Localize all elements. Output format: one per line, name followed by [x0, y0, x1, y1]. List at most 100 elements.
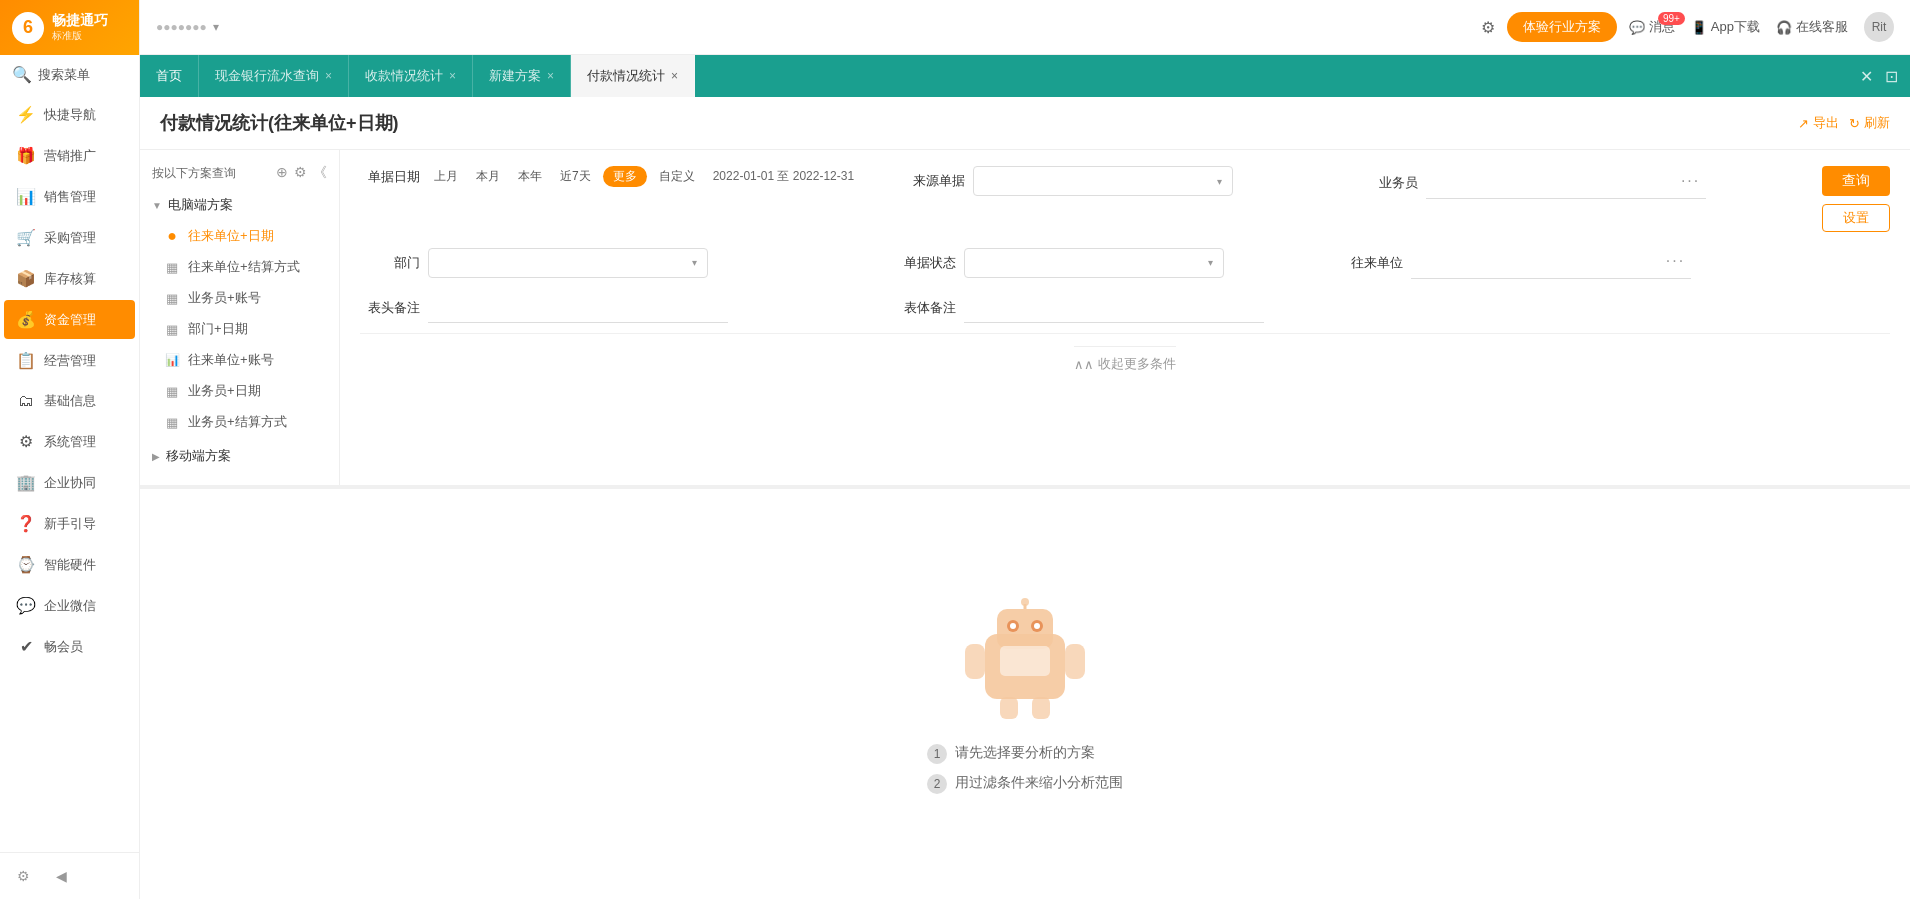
- tab-payment[interactable]: 付款情况统计 ×: [571, 55, 695, 97]
- search-menu[interactable]: 🔍 搜索菜单: [0, 55, 139, 94]
- wechat-icon: 💬: [16, 596, 36, 615]
- sidebar-item-guide[interactable]: ❓ 新手引导: [4, 504, 135, 543]
- filter-settings-button[interactable]: 设置: [1822, 204, 1890, 232]
- scheme-icon-1: ▦: [164, 260, 180, 275]
- scheme-item-agent-date[interactable]: ▦ 业务员+日期: [152, 376, 335, 406]
- app-download-btn[interactable]: 📱 App下载: [1691, 18, 1760, 36]
- tab-cash-close[interactable]: ×: [325, 69, 332, 83]
- voucher-status-select[interactable]: ▾: [964, 248, 1224, 278]
- logo-text-block: 畅捷通巧 标准版: [52, 12, 108, 43]
- user-avatar[interactable]: Rit: [1864, 12, 1894, 42]
- counterparty-more-btn[interactable]: ···: [1660, 252, 1691, 270]
- date-last-month[interactable]: 上月: [428, 166, 464, 187]
- sidebar-item-vip[interactable]: ✔ 畅会员: [4, 627, 135, 666]
- sidebar-item-hardware[interactable]: ⌚ 智能硬件: [4, 545, 135, 584]
- scheme-group-pc-header[interactable]: ▼ 电脑端方案: [140, 190, 339, 220]
- refresh-button[interactable]: ↻ 刷新: [1849, 114, 1890, 132]
- guide-icon: ❓: [16, 514, 36, 533]
- scheme-panel-header: 按以下方案查询 ⊕ ⚙ 《: [140, 160, 339, 190]
- page-header-actions: ↗ 导出 ↻ 刷新: [1798, 114, 1890, 132]
- date-this-year[interactable]: 本年: [512, 166, 548, 187]
- addr-dropdown-icon[interactable]: ▾: [213, 20, 219, 34]
- sidebar-item-sales[interactable]: 📊 销售管理: [4, 177, 135, 216]
- agent-more-btn[interactable]: ···: [1675, 172, 1706, 190]
- sidebar-item-finance[interactable]: 💰 资金管理: [4, 300, 135, 339]
- tab-income-close[interactable]: ×: [449, 69, 456, 83]
- sidebar-settings-btn[interactable]: ⚙: [8, 861, 38, 891]
- topbar-right: 💬 消息 99+ 📱 App下载 🎧 在线客服 Rit: [1629, 12, 1894, 42]
- tab-payment-close[interactable]: ×: [671, 69, 678, 83]
- purchase-icon: 🛒: [16, 228, 36, 247]
- trial-button[interactable]: 体验行业方案: [1507, 12, 1617, 42]
- scheme-items-pc: ● 往来单位+日期 ▦ 往来单位+结算方式 ▦ 业务员+账号 ▦: [140, 221, 339, 437]
- app-icon: 📱: [1691, 20, 1707, 35]
- dept-select[interactable]: ▾: [428, 248, 708, 278]
- export-icon: ↗: [1798, 116, 1809, 131]
- scheme-icon-3: ▦: [164, 322, 180, 337]
- sidebar-collapse-btn[interactable]: ◀: [46, 861, 76, 891]
- tab-maximize-btn[interactable]: ⊡: [1885, 67, 1898, 86]
- date-more[interactable]: 更多: [603, 166, 647, 187]
- tab-new[interactable]: 新建方案 ×: [473, 55, 571, 97]
- tabbar-actions: ✕ ⊡: [1848, 55, 1910, 97]
- operation-icon: 📋: [16, 351, 36, 370]
- message-btn[interactable]: 💬 消息 99+: [1629, 18, 1675, 36]
- tab-cash[interactable]: 现金银行流水查询 ×: [199, 55, 349, 97]
- message-badge: 99+: [1658, 12, 1685, 25]
- date-this-month[interactable]: 本月: [470, 166, 506, 187]
- scheme-group-mobile-header[interactable]: ▶ 移动端方案: [140, 441, 339, 471]
- scheme-item-dept-date[interactable]: ▦ 部门+日期: [152, 314, 335, 344]
- hardware-icon: ⌚: [16, 555, 36, 574]
- sidebar-item-inventory[interactable]: 📦 库存核算: [4, 259, 135, 298]
- date-custom[interactable]: 自定义: [653, 166, 701, 187]
- scheme-item-counterparty-date[interactable]: ● 往来单位+日期: [152, 221, 335, 251]
- tab-income[interactable]: 收款情况统计 ×: [349, 55, 473, 97]
- sidebar-item-marketing[interactable]: 🎁 营销推广: [4, 136, 135, 175]
- service-btn[interactable]: 🎧 在线客服: [1776, 18, 1848, 36]
- sidebar-item-enterprise[interactable]: 🏢 企业协同: [4, 463, 135, 502]
- scheme-item-agent-account[interactable]: ▦ 业务员+账号: [152, 283, 335, 313]
- message-icon: 💬: [1629, 20, 1645, 35]
- scheme-item-counterparty-settlement[interactable]: ▦ 往来单位+结算方式: [152, 252, 335, 282]
- sidebar-item-system[interactable]: ⚙ 系统管理: [4, 422, 135, 461]
- date-last-7days[interactable]: 近7天: [554, 166, 597, 187]
- empty-illustration: [945, 594, 1105, 724]
- agent-label: 业务员: [1358, 174, 1418, 192]
- note-body-input[interactable]: [964, 293, 1264, 323]
- export-button[interactable]: ↗ 导出: [1798, 114, 1839, 132]
- inventory-icon: 📦: [16, 269, 36, 288]
- finance-icon: 💰: [16, 310, 36, 329]
- scheme-settings-btn[interactable]: ⚙: [294, 164, 307, 182]
- main-area: ●●●●●●● ▾ ⚙ 体验行业方案 💬 消息 99+ 📱 App下载 🎧 在线…: [140, 0, 1910, 899]
- sidebar-item-operation[interactable]: 📋 经营管理: [4, 341, 135, 380]
- source-select[interactable]: ▾: [973, 166, 1233, 196]
- scheme-item-counterparty-account[interactable]: 📊 往来单位+账号: [152, 345, 335, 375]
- scheme-item-agent-settlement[interactable]: ▦ 业务员+结算方式: [152, 407, 335, 437]
- sidebar-item-purchase[interactable]: 🛒 采购管理: [4, 218, 135, 257]
- sidebar-item-shortcut[interactable]: ⚡ 快捷导航: [4, 95, 135, 134]
- counterparty-label: 往来单位: [1343, 254, 1403, 272]
- svg-rect-12: [1000, 646, 1050, 676]
- sidebar-item-wechat[interactable]: 💬 企业微信: [4, 586, 135, 625]
- tab-close-all-btn[interactable]: ✕: [1860, 67, 1873, 86]
- scheme-panel: 按以下方案查询 ⊕ ⚙ 《 ▼ 电脑端方案 ● 往: [140, 150, 340, 485]
- agent-input[interactable]: [1426, 166, 1675, 196]
- query-button[interactable]: 查询: [1822, 166, 1890, 196]
- collapse-more-btn[interactable]: ∧∧ 收起更多条件: [1074, 346, 1176, 381]
- sidebar: 6 畅捷通巧 标准版 🔍 搜索菜单 ⚡ 快捷导航 🎁 营销推广 📊 销售管理 🛒…: [0, 0, 140, 899]
- sidebar-item-basic[interactable]: 🗂 基础信息: [4, 382, 135, 420]
- scheme-group-arrow: ▼: [152, 200, 162, 211]
- tab-new-close[interactable]: ×: [547, 69, 554, 83]
- source-dropdown-icon: ▾: [1217, 176, 1222, 187]
- logo-name: 畅捷通巧: [52, 12, 108, 29]
- scheme-collapse-btn[interactable]: 《: [313, 164, 327, 182]
- scheme-icon-5: ▦: [164, 384, 180, 399]
- counterparty-input[interactable]: [1411, 246, 1660, 276]
- tab-home[interactable]: 首页: [140, 55, 199, 97]
- voucher-status-label: 单据状态: [896, 254, 956, 272]
- scheme-add-btn[interactable]: ⊕: [276, 164, 288, 182]
- service-icon: 🎧: [1776, 20, 1792, 35]
- topbar-gear-btn[interactable]: ⚙: [1481, 18, 1495, 37]
- upper-section: 按以下方案查询 ⊕ ⚙ 《 ▼ 电脑端方案 ● 往: [140, 150, 1910, 485]
- note-header-input[interactable]: [428, 293, 728, 323]
